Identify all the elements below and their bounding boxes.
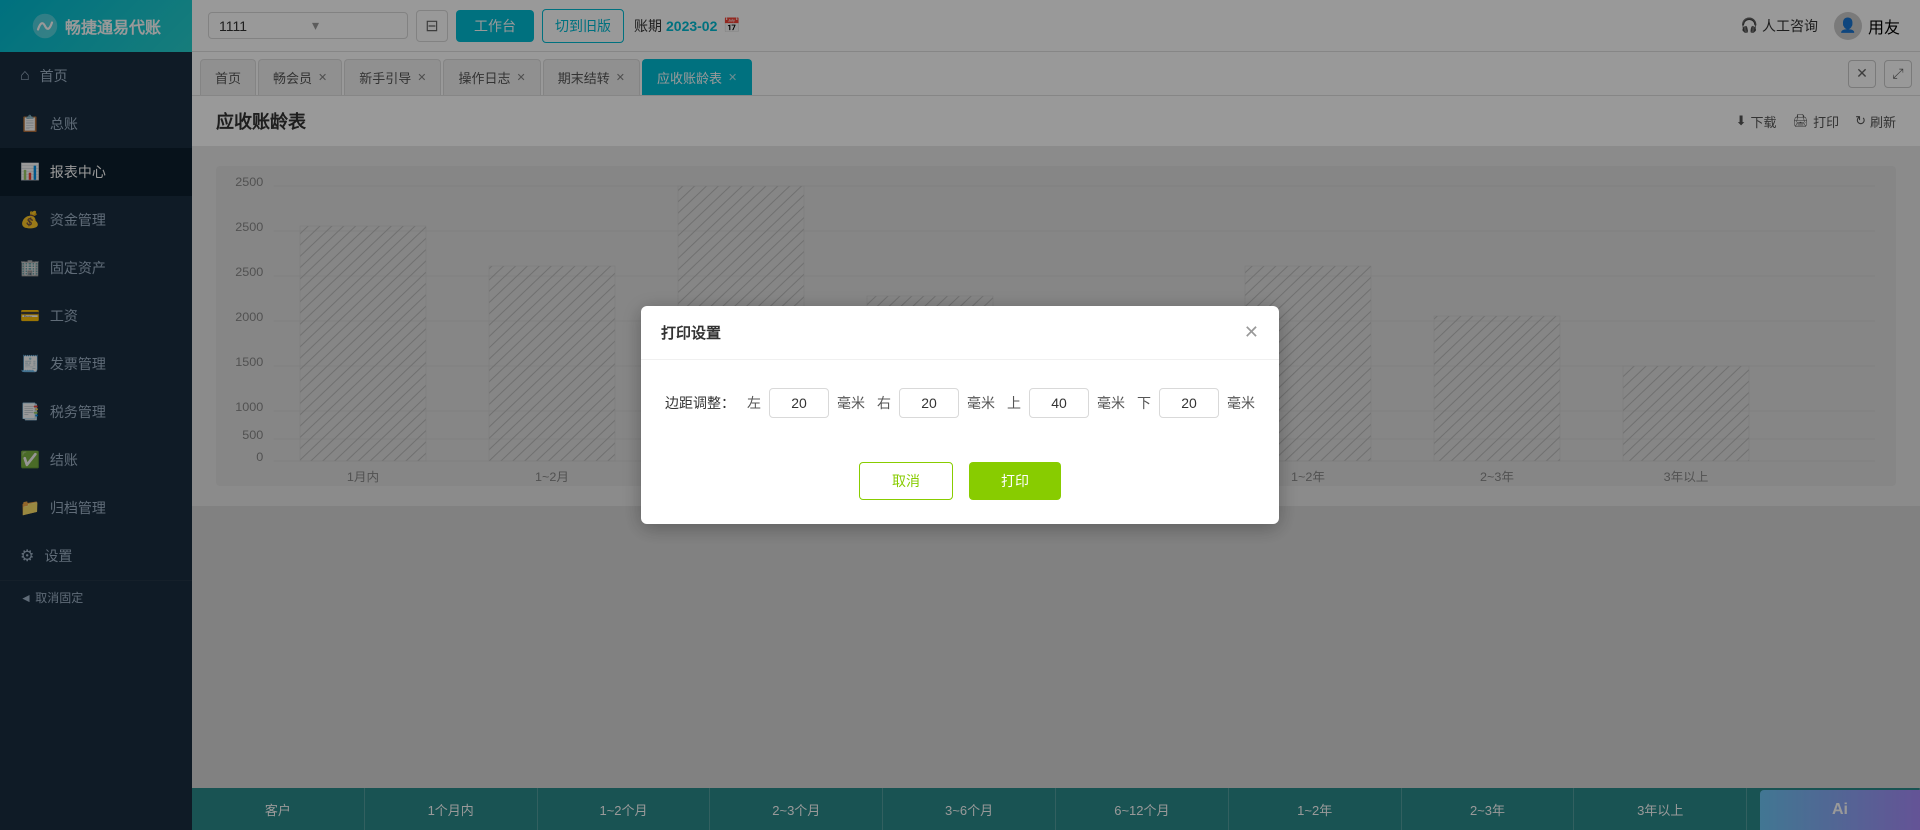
right-margin-input[interactable] xyxy=(899,388,959,418)
bottom-direction-label: 下 xyxy=(1137,393,1151,413)
modal-header: 打印设置 ✕ xyxy=(641,306,1279,360)
top-margin-input[interactable] xyxy=(1029,388,1089,418)
modal-title: 打印设置 xyxy=(661,322,721,343)
margin-form-row: 边距调整： 左 毫米 右 毫米 上 毫米 下 xyxy=(665,388,1255,418)
right-margin-group: 右 毫米 xyxy=(877,388,995,418)
modal-overlay: 打印设置 ✕ 边距调整： 左 毫米 右 毫米 上 xyxy=(0,0,1920,830)
left-unit-label: 毫米 xyxy=(837,393,865,413)
modal-close-button[interactable]: ✕ xyxy=(1244,322,1259,343)
right-unit-label: 毫米 xyxy=(967,393,995,413)
print-settings-dialog: 打印设置 ✕ 边距调整： 左 毫米 右 毫米 上 xyxy=(641,306,1279,524)
left-margin-input[interactable] xyxy=(769,388,829,418)
confirm-print-button[interactable]: 打印 xyxy=(969,462,1061,500)
top-margin-group: 上 毫米 xyxy=(1007,388,1125,418)
cancel-button[interactable]: 取消 xyxy=(859,462,953,500)
left-margin-group: 左 毫米 xyxy=(747,388,865,418)
right-direction-label: 右 xyxy=(877,393,891,413)
top-direction-label: 上 xyxy=(1007,393,1021,413)
bottom-margin-group: 下 毫米 xyxy=(1137,388,1255,418)
modal-footer: 取消 打印 xyxy=(641,446,1279,524)
bottom-unit-label: 毫米 xyxy=(1227,393,1255,413)
margin-label: 边距调整： xyxy=(665,393,735,413)
bottom-margin-input[interactable] xyxy=(1159,388,1219,418)
top-unit-label: 毫米 xyxy=(1097,393,1125,413)
modal-body: 边距调整： 左 毫米 右 毫米 上 毫米 下 xyxy=(641,360,1279,446)
left-direction-label: 左 xyxy=(747,393,761,413)
